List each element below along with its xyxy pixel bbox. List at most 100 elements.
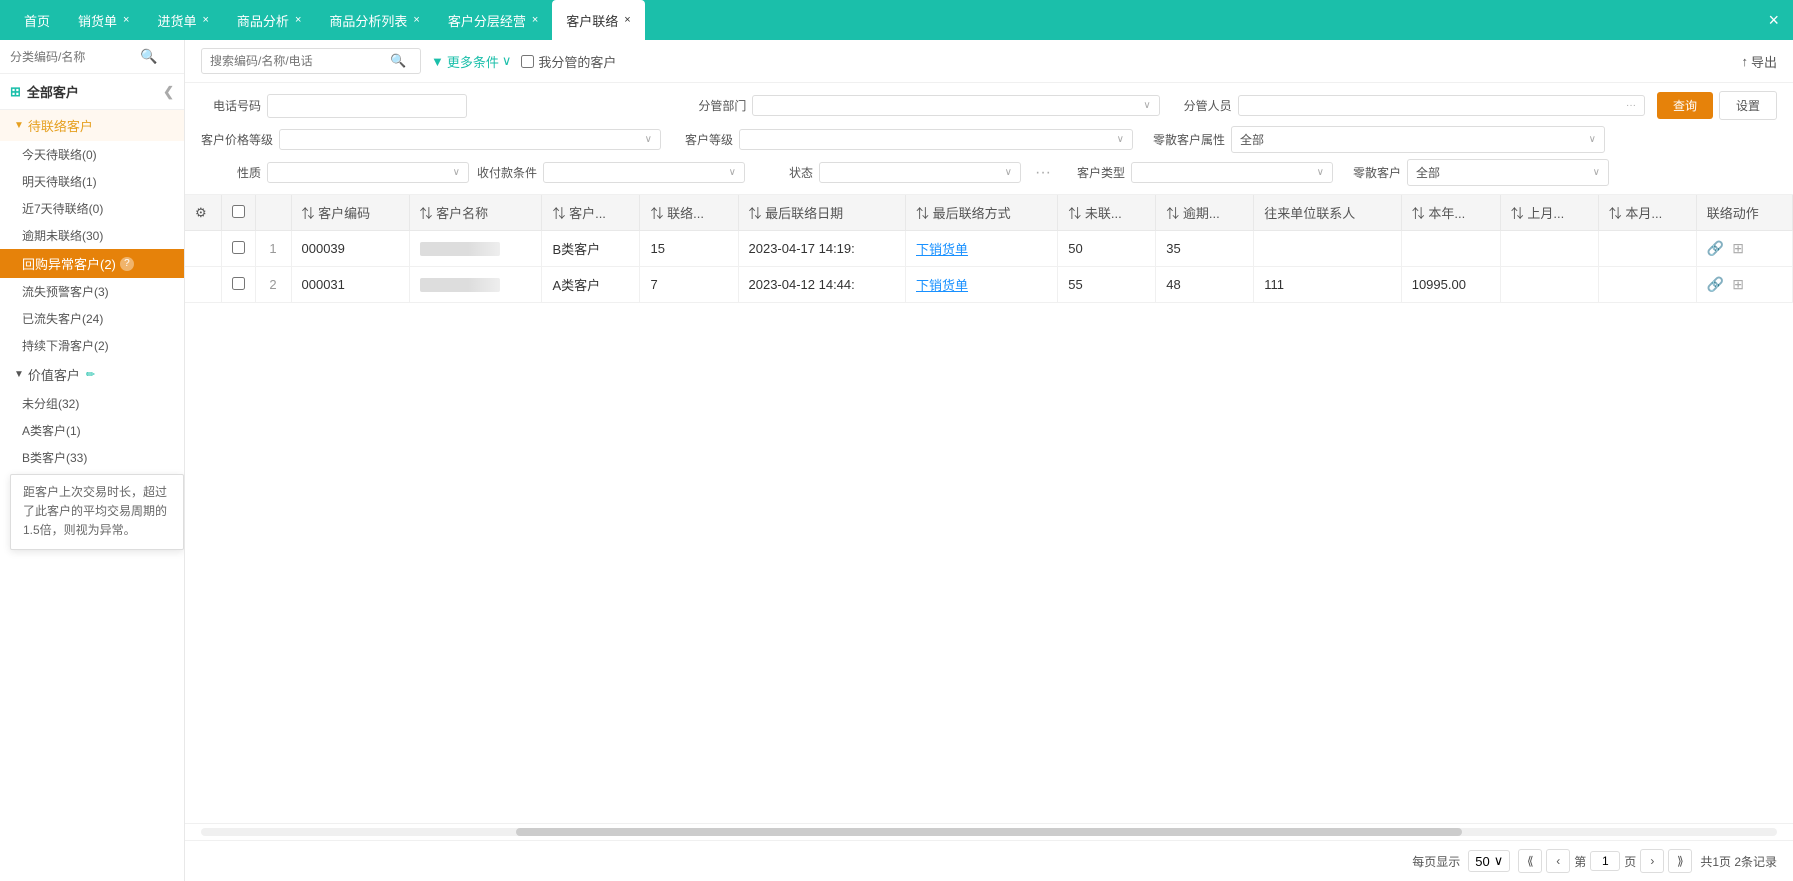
prev-page-button[interactable]: ‹ <box>1546 849 1570 873</box>
sidebar-search-icon[interactable]: 🔍 <box>140 48 157 65</box>
retail-attr-field: 零散客户属性 全部 ∨ <box>1145 126 1605 153</box>
chevron-down-icon: ∨ <box>502 53 512 69</box>
sidebar-item-churn-warning[interactable]: 流失预警客户(3) <box>0 278 184 305</box>
export-button[interactable]: ↑ 导出 <box>1741 52 1777 71</box>
row2-this-month <box>1598 267 1696 303</box>
sidebar-item-repurchase-anomaly[interactable]: 回购异常客户(2) ? <box>0 249 184 278</box>
customer-type-select[interactable]: ∨ <box>1131 162 1333 183</box>
row2-method-link[interactable]: 下销货单 <box>916 278 968 293</box>
action-buttons: 查询 设置 <box>1657 91 1777 120</box>
nav-close-purchase-order[interactable]: × <box>202 14 208 26</box>
pagination-nav: ⟪ ‹ 第 页 › ⟫ <box>1518 849 1692 873</box>
next-page-button[interactable]: › <box>1640 849 1664 873</box>
last-page-button[interactable]: ⟫ <box>1668 849 1692 873</box>
retail-customer-select[interactable]: 全部 ∨ <box>1407 159 1609 186</box>
sidebar-item-class-b[interactable]: B类客户(33) <box>0 444 184 471</box>
query-button[interactable]: 查询 <box>1657 92 1713 119</box>
payment-select[interactable]: ∨ <box>543 162 745 183</box>
col-contact-count: ⇅ 联络... <box>640 195 738 231</box>
sidebar-item-churned[interactable]: 已流失客户(24) <box>0 305 184 332</box>
row1-checkbox <box>221 231 255 267</box>
sidebar-item-today[interactable]: 今天待联络(0) <box>0 141 184 168</box>
customer-grade-select[interactable]: ∨ <box>739 129 1133 150</box>
sidebar-item-declining[interactable]: 持续下滑客户(2) <box>0 332 184 359</box>
row1-actions: 🔗 ⊞ <box>1696 231 1792 267</box>
horizontal-scrollbar[interactable] <box>201 828 1777 836</box>
department-field: 分管部门 ∨ <box>686 95 1159 116</box>
nav-home[interactable]: 首页 <box>10 0 64 40</box>
nav-close-product-analysis-list[interactable]: × <box>413 14 419 26</box>
nav-product-analysis[interactable]: 商品分析 × <box>223 0 315 40</box>
arrow-icon: ▼ <box>14 120 24 131</box>
sidebar-item-overdue[interactable]: 逾期未联络(30) <box>0 222 184 249</box>
sidebar-item-7days[interactable]: 近7天待联络(0) <box>0 195 184 222</box>
more-dots[interactable]: ··· <box>1029 164 1057 182</box>
retail-attr-label: 零散客户属性 <box>1145 131 1225 148</box>
person-select[interactable]: ··· <box>1238 95 1645 116</box>
tooltip-repurchase: 距客户上次交易时长，超过了此客户的平均交易周期的1.5倍，则视为异常。 <box>10 474 184 550</box>
nav-close-customer-tier[interactable]: × <box>532 14 538 26</box>
sidebar-group-value[interactable]: ▼ 价值客户 ✏ <box>0 359 184 390</box>
nav-close-customer-contact[interactable]: × <box>624 14 630 26</box>
row2-link-icon[interactable]: 🔗 <box>1707 276 1724 293</box>
sidebar-item-class-a[interactable]: A类客户(1) <box>0 417 184 444</box>
nav-purchase-order[interactable]: 进货单 × <box>143 0 222 40</box>
chevron-retail-cust-icon: ∨ <box>1593 167 1600 178</box>
row2-last-method[interactable]: 下销货单 <box>906 267 1058 303</box>
sidebar-search-input[interactable] <box>10 50 140 64</box>
page-prefix: 第 <box>1574 853 1586 870</box>
price-grade-label: 客户价格等级 <box>201 131 273 148</box>
row2-grid-icon[interactable]: ⊞ <box>1732 276 1744 293</box>
row1-type: B类客户 <box>542 231 640 267</box>
sidebar-item-tomorrow[interactable]: 明天待联络(1) <box>0 168 184 195</box>
row1-checkbox-input[interactable] <box>232 241 245 254</box>
nav-sales-order[interactable]: 销货单 × <box>64 0 143 40</box>
retail-attr-select[interactable]: 全部 ∨ <box>1231 126 1605 153</box>
row2-index: 2 <box>255 267 291 303</box>
nav-customer-contact[interactable]: 客户联络 × <box>552 0 644 40</box>
col-settings[interactable]: ⚙ <box>185 195 221 231</box>
search-input[interactable] <box>210 54 390 68</box>
row2-checkbox-input[interactable] <box>232 277 245 290</box>
nav-customer-tier[interactable]: 客户分层经营 × <box>434 0 552 40</box>
department-label: 分管部门 <box>686 97 746 114</box>
edit-value-icon[interactable]: ✏ <box>86 368 95 381</box>
first-page-button[interactable]: ⟪ <box>1518 849 1542 873</box>
row1-method-link[interactable]: 下销货单 <box>916 242 968 257</box>
sidebar-group-pending[interactable]: ▼ 待联络客户 <box>0 110 184 141</box>
gender-select[interactable]: ∨ <box>267 162 469 183</box>
row1-grid-icon[interactable]: ⊞ <box>1732 240 1744 257</box>
sidebar-all-customers[interactable]: ⊞ 全部客户 ❮ <box>0 74 184 110</box>
nav-close-all[interactable]: × <box>1768 10 1779 31</box>
row1-last-method[interactable]: 下销货单 <box>906 231 1058 267</box>
phone-input[interactable] <box>267 94 467 118</box>
gender-field: 性质 ∨ <box>201 162 469 183</box>
row2-code: 000031 <box>291 267 409 303</box>
col-last-contact-date: ⇅ 最后联络日期 <box>738 195 906 231</box>
settings-button[interactable]: 设置 <box>1719 91 1777 120</box>
sidebar-item-unclassified[interactable]: 未分组(32) <box>0 390 184 417</box>
status-select[interactable]: ∨ <box>819 162 1021 183</box>
nav-close-product-analysis[interactable]: × <box>295 14 301 26</box>
select-all-checkbox[interactable] <box>232 205 245 218</box>
price-grade-select[interactable]: ∨ <box>279 129 661 150</box>
page-input[interactable] <box>1590 851 1620 871</box>
scrollbar-thumb[interactable] <box>516 828 1462 836</box>
chevron-status-icon: ∨ <box>1005 167 1012 178</box>
department-select[interactable]: ∨ <box>752 95 1159 116</box>
horizontal-scroll-area <box>185 823 1793 840</box>
chevron-gender-icon: ∨ <box>453 167 460 178</box>
my-customer-checkbox-area[interactable]: 我分管的客户 <box>521 52 616 71</box>
collapse-icon[interactable]: ❮ <box>163 84 174 100</box>
row2-checkbox <box>221 267 255 303</box>
filter-icon: ▼ <box>431 54 444 69</box>
filter-rows: 电话号码 分管部门 ∨ 分管人员 ··· <box>185 83 1793 195</box>
search-button-icon[interactable]: 🔍 <box>390 53 406 69</box>
per-page-select[interactable]: 50 ∨ <box>1468 850 1510 872</box>
row1-link-icon[interactable]: 🔗 <box>1707 240 1724 257</box>
nav-product-analysis-list[interactable]: 商品分析列表 × <box>315 0 433 40</box>
my-customer-checkbox[interactable] <box>521 55 534 68</box>
nav-close-sales-order[interactable]: × <box>123 14 129 26</box>
more-conditions-button[interactable]: ▼ 更多条件 ∨ <box>431 52 511 71</box>
sort-icon-method: ⇅ <box>916 206 929 221</box>
